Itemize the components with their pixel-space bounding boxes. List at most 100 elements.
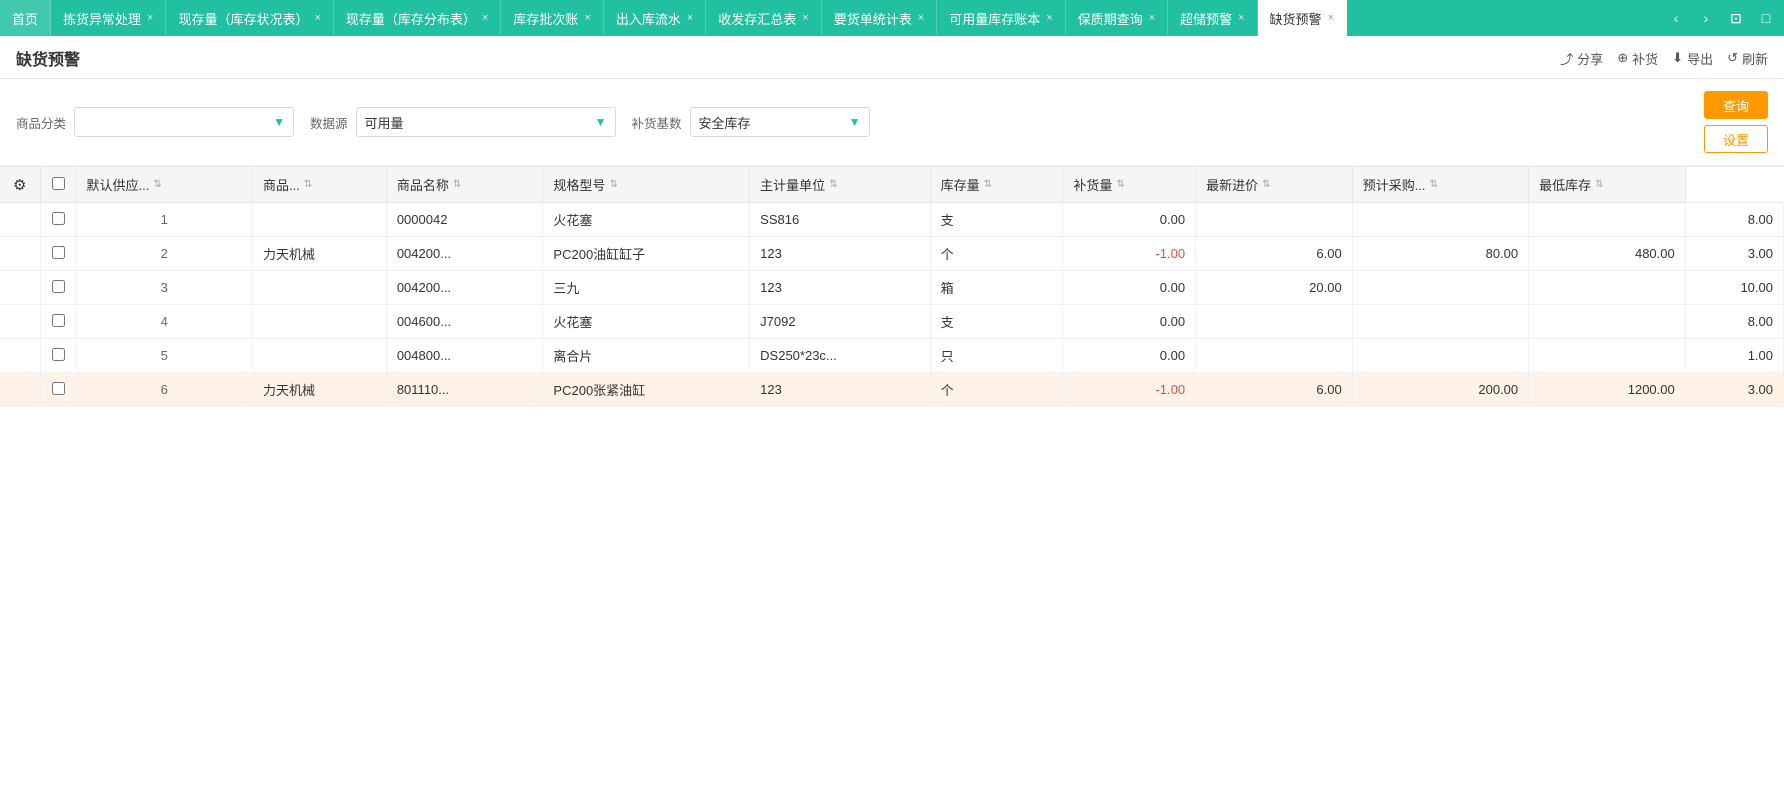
nav-next-btn[interactable]: › bbox=[1692, 4, 1720, 32]
row-replenish-3 bbox=[1196, 305, 1353, 339]
th-min-stock: 最低库存 ⇅ bbox=[1529, 167, 1686, 203]
tab-summary-close[interactable]: × bbox=[802, 12, 808, 24]
datasource-label: 数据源 bbox=[310, 113, 348, 132]
query-button[interactable]: 查询 bbox=[1704, 91, 1768, 119]
tab-overstock-close[interactable]: × bbox=[1238, 12, 1244, 24]
tab-batch-close[interactable]: × bbox=[584, 12, 590, 24]
table-row: 1 0000042 火花塞 SS816 支 0.00 8.00 bbox=[0, 203, 1784, 237]
row-unit-3: 支 bbox=[930, 305, 1063, 339]
refresh-button[interactable]: ↺ 刷新 bbox=[1727, 49, 1768, 68]
replenish-icon: ⊕ bbox=[1617, 50, 1628, 66]
nav-controls: ‹ › ⊡ □ bbox=[1662, 4, 1784, 32]
category-select[interactable]: ▼ bbox=[74, 107, 294, 137]
row-gear-4 bbox=[0, 339, 40, 373]
row-supplier-1: 力天机械 bbox=[252, 237, 386, 271]
sort-unit-icon[interactable]: ⇅ bbox=[829, 179, 837, 190]
row-checkbox-4[interactable] bbox=[52, 348, 65, 361]
th-replenish: 补货量 ⇅ bbox=[1063, 167, 1196, 203]
replenish-base-select[interactable]: 安全库存 ▼ bbox=[690, 107, 870, 137]
tab-shortage-close[interactable]: × bbox=[1328, 12, 1334, 24]
row-code-3: 004600... bbox=[386, 305, 543, 339]
nav-restore-btn[interactable]: ⊡ bbox=[1722, 4, 1750, 32]
tab-home[interactable]: 首页 bbox=[0, 0, 51, 36]
replenish-base-group: 补货基数 安全库存 ▼ bbox=[632, 107, 870, 137]
refresh-icon: ↺ bbox=[1727, 50, 1738, 66]
tab-available[interactable]: 可用量库存账本 × bbox=[937, 0, 1065, 36]
sort-latest-price-icon[interactable]: ⇅ bbox=[1262, 179, 1270, 190]
row-est-purchase-2 bbox=[1529, 271, 1686, 305]
row-est-purchase-3 bbox=[1529, 305, 1686, 339]
row-stock-0: 0.00 bbox=[1063, 203, 1196, 237]
row-replenish-1: 6.00 bbox=[1196, 237, 1353, 271]
row-supplier-2 bbox=[252, 271, 386, 305]
tab-picking[interactable]: 拣货异常处理 × bbox=[51, 0, 166, 36]
row-code-0: 0000042 bbox=[386, 203, 543, 237]
tab-expiry[interactable]: 保质期查询 × bbox=[1066, 0, 1168, 36]
sort-name-icon[interactable]: ⇅ bbox=[453, 179, 461, 190]
row-gear-0 bbox=[0, 203, 40, 237]
setting-button[interactable]: 设置 bbox=[1704, 125, 1768, 153]
row-stock-4: 0.00 bbox=[1063, 339, 1196, 373]
row-spec-1: 123 bbox=[750, 237, 930, 271]
row-stock-3: 0.00 bbox=[1063, 305, 1196, 339]
share-button[interactable]: ⤴ 分享 bbox=[1560, 49, 1603, 68]
gear-icon[interactable]: ⚙ bbox=[13, 177, 26, 194]
tab-summary[interactable]: 收发存汇总表 × bbox=[706, 0, 821, 36]
row-checkbox-cell-3 bbox=[40, 305, 76, 339]
sort-code-icon[interactable]: ⇅ bbox=[304, 179, 312, 190]
tab-flow[interactable]: 出入库流水 × bbox=[604, 0, 706, 36]
row-latest-price-1: 80.00 bbox=[1352, 237, 1528, 271]
tab-inventory-status[interactable]: 现存量（库存状况表） × bbox=[166, 0, 333, 36]
tab-overstock[interactable]: 超储预警 × bbox=[1168, 0, 1257, 36]
row-checkbox-2[interactable] bbox=[52, 280, 65, 293]
row-spec-5: 123 bbox=[750, 373, 930, 407]
tab-inventory-dist[interactable]: 现存量（库存分布表） × bbox=[334, 0, 501, 36]
row-name-3: 火花塞 bbox=[543, 305, 750, 339]
row-checkbox-cell-4 bbox=[40, 339, 76, 373]
datasource-select[interactable]: 可用量 ▼ bbox=[356, 107, 616, 137]
sort-replenish-icon[interactable]: ⇅ bbox=[1116, 179, 1124, 190]
row-min-stock-0: 8.00 bbox=[1685, 203, 1783, 237]
tab-batch[interactable]: 库存批次账 × bbox=[501, 0, 603, 36]
sort-stock-icon[interactable]: ⇅ bbox=[984, 179, 992, 190]
select-all-checkbox[interactable] bbox=[52, 177, 65, 190]
filter-area: 商品分类 ▼ 数据源 可用量 ▼ 补货基数 安全库存 ▼ 查询 设置 bbox=[0, 79, 1784, 166]
datasource-filter-group: 数据源 可用量 ▼ bbox=[310, 107, 616, 137]
header-actions: ⤴ 分享 ⊕ 补货 ⬇ 导出 ↺ 刷新 bbox=[1560, 49, 1768, 68]
tab-inventory-dist-close[interactable]: × bbox=[482, 12, 488, 24]
row-latest-price-0 bbox=[1352, 203, 1528, 237]
sort-spec-icon[interactable]: ⇅ bbox=[609, 179, 617, 190]
category-label: 商品分类 bbox=[16, 113, 66, 132]
export-button[interactable]: ⬇ 导出 bbox=[1672, 49, 1713, 68]
tab-flow-close[interactable]: × bbox=[687, 12, 693, 24]
sort-supplier-icon[interactable]: ⇅ bbox=[153, 179, 161, 190]
table-container: ⚙ 默认供应... ⇅ 商品... ⇅ bbox=[0, 166, 1784, 407]
nav-maximize-btn[interactable]: □ bbox=[1752, 4, 1780, 32]
tab-picking-close[interactable]: × bbox=[147, 12, 153, 24]
th-stock: 库存量 ⇅ bbox=[930, 167, 1063, 203]
row-gear-2 bbox=[0, 271, 40, 305]
tab-available-close[interactable]: × bbox=[1046, 12, 1052, 24]
filter-actions: 查询 设置 bbox=[1704, 91, 1768, 153]
tab-inventory-status-close[interactable]: × bbox=[314, 12, 320, 24]
tab-requisition[interactable]: 要货单统计表 × bbox=[822, 0, 937, 36]
row-latest-price-5: 200.00 bbox=[1352, 373, 1528, 407]
nav-prev-btn[interactable]: ‹ bbox=[1662, 4, 1690, 32]
row-checkbox-cell-5 bbox=[40, 373, 76, 407]
row-checkbox-cell-2 bbox=[40, 271, 76, 305]
row-spec-2: 123 bbox=[750, 271, 930, 305]
replenish-button[interactable]: ⊕ 补货 bbox=[1617, 49, 1658, 68]
th-code: 商品... ⇅ bbox=[252, 167, 386, 203]
tab-shortage[interactable]: 缺货预警 × bbox=[1258, 0, 1347, 36]
row-checkbox-0[interactable] bbox=[52, 212, 65, 225]
th-checkbox bbox=[40, 167, 76, 203]
sort-est-purchase-icon[interactable]: ⇅ bbox=[1430, 179, 1438, 190]
row-name-1: PC200油缸缸子 bbox=[543, 237, 750, 271]
tab-available-label: 可用量库存账本 bbox=[949, 9, 1040, 28]
row-checkbox-3[interactable] bbox=[52, 314, 65, 327]
tab-expiry-close[interactable]: × bbox=[1149, 12, 1155, 24]
tab-requisition-close[interactable]: × bbox=[918, 12, 924, 24]
sort-min-stock-icon[interactable]: ⇅ bbox=[1595, 179, 1603, 190]
row-checkbox-5[interactable] bbox=[52, 382, 65, 395]
row-checkbox-1[interactable] bbox=[52, 246, 65, 259]
